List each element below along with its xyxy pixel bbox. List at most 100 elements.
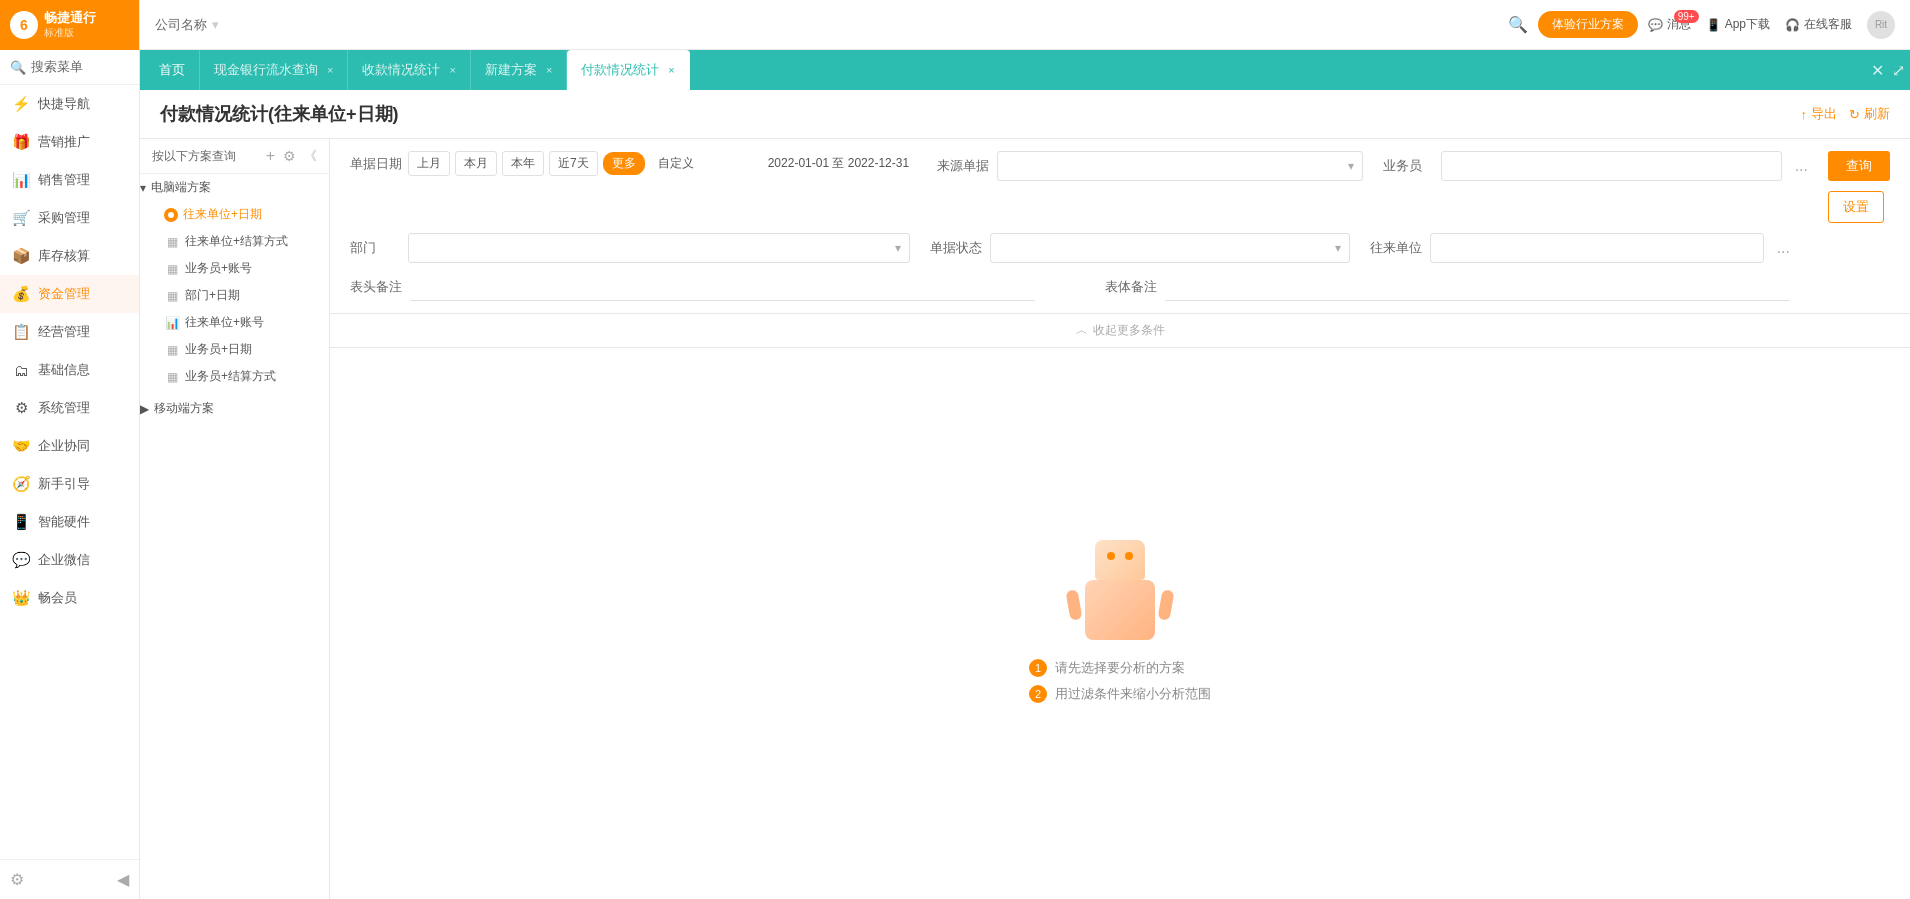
- empty-illustration: [1060, 540, 1180, 640]
- body-note-input-area[interactable]: [1165, 273, 1790, 301]
- collapse-icon: ︿: [1076, 322, 1088, 339]
- filter-counterpart: 往来单位 ...: [1370, 233, 1790, 263]
- sidebar-item-marketing[interactable]: 🎁 营销推广: [0, 123, 139, 161]
- source-select[interactable]: ▾: [997, 151, 1362, 181]
- sidebar-item-member[interactable]: 👑 畅会员: [0, 579, 139, 617]
- user-menu[interactable]: Rit: [1867, 11, 1895, 39]
- staff-select[interactable]: [1441, 151, 1782, 181]
- sidebar-settings-icon[interactable]: ⚙: [10, 870, 24, 889]
- custom-btn[interactable]: 自定义: [650, 152, 702, 175]
- source-label: 来源单据: [937, 157, 989, 175]
- sidebar-item-sales[interactable]: 📊 销售管理: [0, 161, 139, 199]
- app-download-btn[interactable]: 📱 App下载: [1706, 16, 1770, 33]
- sidebar-item-collab[interactable]: 🤝 企业协同: [0, 427, 139, 465]
- counterpart-select[interactable]: [1430, 233, 1764, 263]
- sidebar-item-system[interactable]: ⚙ 系统管理: [0, 389, 139, 427]
- message-icon: 💬: [1648, 18, 1663, 32]
- refresh-btn[interactable]: ↻ 刷新: [1849, 105, 1890, 123]
- sidebar-item-label: 基础信息: [38, 361, 90, 379]
- scheme-sub-pc: 往来单位+日期 ▦ 往来单位+结算方式 ▦ 业务员+账号 ▦ 部门+日期: [140, 201, 329, 390]
- filter-settings-btn[interactable]: 设置: [1828, 191, 1884, 223]
- this-year-btn[interactable]: 本年: [502, 151, 544, 176]
- tab-home[interactable]: 首页: [145, 50, 200, 90]
- query-btn[interactable]: 查询: [1828, 151, 1890, 181]
- top-header: 公司名称 ▾ 🔍 体验行业方案 💬 消息 99+ 📱 App下载 🎧 在线客服 …: [140, 0, 1910, 50]
- more-btn[interactable]: 更多: [603, 152, 645, 175]
- scheme-item-dept-date[interactable]: ▦ 部门+日期: [156, 282, 329, 309]
- scheme-section-mobile-title[interactable]: ▶ 移动端方案: [140, 395, 329, 422]
- tab-close-all-icon[interactable]: ✕: [1871, 61, 1884, 80]
- tab-new-scheme-close[interactable]: ×: [546, 64, 552, 76]
- app-name: 畅捷通行: [44, 10, 96, 26]
- scheme-item-label: 业务员+日期: [185, 341, 252, 358]
- search-menu-label: 搜索菜单: [31, 58, 83, 76]
- sidebar-item-operation[interactable]: 📋 经营管理: [0, 313, 139, 351]
- last-month-btn[interactable]: 上月: [408, 151, 450, 176]
- header-settings-icon[interactable]: 🔍: [1508, 15, 1528, 34]
- export-btn[interactable]: ↑ 导出: [1801, 105, 1838, 123]
- filter-row-1: 单据日期 上月 本月 本年 近7天 更多 自定义 2022-01-01 至 20…: [350, 151, 1890, 223]
- sidebar-collapse-icon[interactable]: ◀: [117, 870, 129, 889]
- sidebar-nav: ⚡ 快捷导航 🎁 营销推广 📊 销售管理 🛒 采购管理 📦 库存核算 💰 资金管…: [0, 85, 139, 859]
- scheme-item-staff-date[interactable]: ▦ 业务员+日期: [156, 336, 329, 363]
- header-note-input-area[interactable]: [410, 273, 1035, 301]
- scheme-section-mobile-label: 移动端方案: [154, 400, 214, 417]
- sidebar-item-inventory[interactable]: 📦 库存核算: [0, 237, 139, 275]
- empty-tip-1: 1 请先选择要分析的方案: [1029, 655, 1211, 681]
- basics-icon: 🗂: [12, 361, 30, 379]
- service-btn[interactable]: 🎧 在线客服: [1785, 16, 1852, 33]
- sidebar-item-wechat[interactable]: 💬 企业微信: [0, 541, 139, 579]
- sidebar-item-guide[interactable]: 🧭 新手引导: [0, 465, 139, 503]
- main-area: 公司名称 ▾ 🔍 体验行业方案 💬 消息 99+ 📱 App下载 🎧 在线客服 …: [140, 0, 1910, 899]
- panel-collapse-icon[interactable]: 《: [304, 147, 317, 165]
- app-edition: 标准版: [44, 26, 96, 40]
- message-btn[interactable]: 💬 消息 99+: [1648, 16, 1691, 33]
- tab-receipts-stat-label: 收款情况统计: [362, 61, 440, 79]
- scheme-item-counterpart-settle[interactable]: ▦ 往来单位+结算方式: [156, 228, 329, 255]
- scheme-item-label: 业务员+结算方式: [185, 368, 276, 385]
- sidebar-item-label: 经营管理: [38, 323, 90, 341]
- trial-btn[interactable]: 体验行业方案: [1538, 11, 1638, 38]
- counterpart-dots[interactable]: ...: [1777, 239, 1790, 257]
- scheme-item-staff-settle[interactable]: ▦ 业务员+结算方式: [156, 363, 329, 390]
- sidebar-item-capital[interactable]: 💰 资金管理: [0, 275, 139, 313]
- sidebar-item-hardware[interactable]: 📱 智能硬件: [0, 503, 139, 541]
- scheme-item-label: 业务员+账号: [185, 260, 252, 277]
- this-month-btn[interactable]: 本月: [455, 151, 497, 176]
- scheme-item-counterpart-date[interactable]: 往来单位+日期: [156, 201, 329, 228]
- tab-new-scheme[interactable]: 新建方案 ×: [471, 50, 567, 90]
- tab-bank-flow-close[interactable]: ×: [327, 64, 333, 76]
- dept-select[interactable]: ▾: [408, 233, 910, 263]
- service-label: 在线客服: [1804, 16, 1852, 33]
- staff-dots[interactable]: ...: [1795, 157, 1808, 175]
- doc-status-select-arrow: ▾: [1335, 241, 1341, 255]
- last-7-days-btn[interactable]: 近7天: [549, 151, 598, 176]
- tab-receipts-stat-close[interactable]: ×: [449, 64, 455, 76]
- sidebar-item-quick-nav[interactable]: ⚡ 快捷导航: [0, 85, 139, 123]
- scheme-section-pc-title[interactable]: ▾ 电脑端方案: [140, 174, 329, 201]
- search-icon: 🔍: [10, 60, 26, 75]
- tab-payment-stat[interactable]: 付款情况统计 ×: [567, 50, 689, 90]
- tab-receipts-stat[interactable]: 收款情况统计 ×: [348, 50, 470, 90]
- sidebar-item-purchase[interactable]: 🛒 采购管理: [0, 199, 139, 237]
- collapse-btn[interactable]: ︿ 收起更多条件: [1076, 322, 1165, 339]
- panel-add-icon[interactable]: +: [266, 147, 275, 165]
- scheme-item-staff-account[interactable]: ▦ 业务员+账号: [156, 255, 329, 282]
- system-icon: ⚙: [12, 399, 30, 417]
- doc-status-select[interactable]: ▾: [990, 233, 1350, 263]
- export-icon: ↑: [1801, 107, 1808, 122]
- sidebar-item-label: 新手引导: [38, 475, 90, 493]
- tab-payment-stat-close[interactable]: ×: [668, 64, 674, 76]
- sidebar-item-basics[interactable]: 🗂 基础信息: [0, 351, 139, 389]
- app-icon: 📱: [1706, 18, 1721, 32]
- panel-settings-icon[interactable]: ⚙: [283, 148, 296, 164]
- sidebar-item-label: 畅会员: [38, 589, 77, 607]
- filter-source: 来源单据 ▾: [937, 151, 1362, 181]
- sidebar-item-label: 采购管理: [38, 209, 90, 227]
- tab-bank-flow[interactable]: 现金银行流水查询 ×: [200, 50, 348, 90]
- scheme-item-counterpart-account[interactable]: 📊 往来单位+账号: [156, 309, 329, 336]
- inventory-icon: 📦: [12, 247, 30, 265]
- search-menu[interactable]: 🔍 搜索菜单: [0, 50, 139, 85]
- tab-expand-icon[interactable]: ⤢: [1892, 61, 1905, 80]
- header-right: 💬 消息 99+ 📱 App下载 🎧 在线客服 Rit: [1648, 11, 1895, 39]
